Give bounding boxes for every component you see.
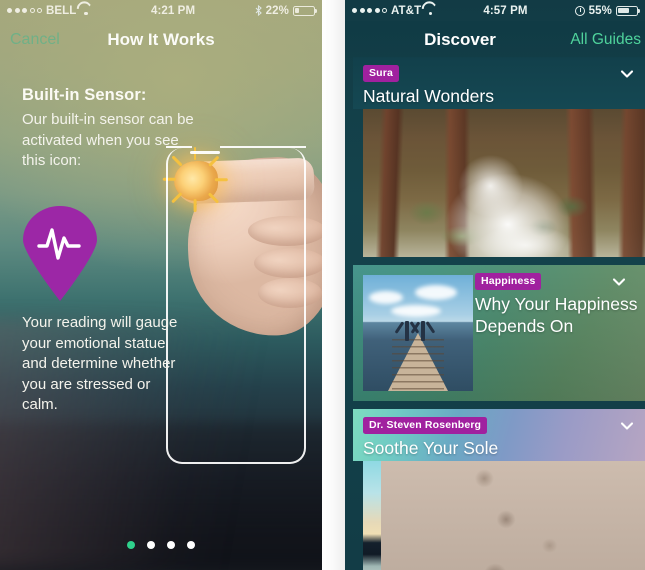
sensor-heading: Built-in Sensor: — [22, 86, 147, 104]
clock-label: 4:57 PM — [483, 4, 528, 17]
card-title: Natural Wonders — [363, 86, 494, 106]
discover-card-list[interactable]: Sura Natural Wonders Happiness Why Your … — [345, 37, 645, 570]
card-header[interactable]: Happiness Why Your Happiness Depends On — [475, 271, 645, 337]
battery-percent-label: 22% — [265, 4, 289, 17]
right-nav-bar: Discover All Guides — [345, 21, 645, 58]
right-status-bar: AT&T 4:57 PM 55% — [345, 0, 645, 21]
carrier-label: AT&T — [391, 4, 422, 17]
cancel-button[interactable]: Cancel — [10, 31, 60, 49]
guide-card[interactable]: Happiness Why Your Happiness Depends On — [353, 265, 645, 401]
sensor-description: Our built-in sensor can be activated whe… — [22, 111, 194, 169]
chevron-down-icon[interactable] — [619, 418, 635, 434]
beach-sunset-sliver — [363, 461, 381, 570]
reading-description: Your reading will gauge your emotional s… — [22, 314, 178, 413]
bluetooth-icon — [255, 4, 262, 17]
card-badge: Happiness — [475, 272, 542, 290]
wifi-icon — [80, 6, 91, 15]
clock-label: 4:21 PM — [150, 4, 196, 17]
screenshot-stage: BELL 4:21 PM 22% Cancel How It Works Bui… — [0, 0, 645, 570]
card-header[interactable]: Sura Natural Wonders — [353, 57, 645, 109]
sensor-copy-block: Built-in Sensor: Our built-in sensor can… — [22, 86, 197, 172]
signal-strength-icon — [7, 8, 42, 13]
signal-strength-icon — [352, 8, 387, 13]
sand-footprints-photo — [381, 461, 645, 570]
right-phone-screen: AT&T 4:57 PM 55% Discover All Guides Sur… — [345, 0, 645, 570]
pulse-pin-icon — [22, 206, 98, 302]
chevron-down-icon[interactable] — [619, 66, 635, 82]
carrier-label: BELL — [46, 4, 77, 17]
battery-icon — [616, 5, 641, 16]
page-indicator — [0, 541, 322, 549]
guide-card[interactable]: Dr. Steven Rosenberg Soothe Your Sole — [353, 409, 645, 570]
left-nav-bar: Cancel How It Works — [0, 21, 322, 58]
phone-divider — [322, 0, 345, 570]
card-badge: Dr. Steven Rosenberg — [363, 416, 488, 434]
card-badge: Sura — [363, 64, 399, 82]
wifi-icon — [425, 6, 436, 15]
chevron-down-icon[interactable] — [611, 274, 627, 290]
battery-icon — [293, 5, 318, 16]
left-phone-screen: BELL 4:21 PM 22% Cancel How It Works Bui… — [0, 0, 322, 570]
forest-stream-photo — [363, 109, 645, 257]
guide-card[interactable]: Sura Natural Wonders — [353, 57, 645, 257]
battery-percent-label: 55% — [588, 4, 612, 17]
reading-copy-block: Your reading will gauge your emotional s… — [22, 313, 182, 416]
alarm-icon — [574, 5, 585, 16]
dock-lake-photo — [363, 275, 473, 391]
card-title: Soothe Your Sole — [363, 438, 499, 458]
left-status-bar: BELL 4:21 PM 22% — [0, 0, 322, 21]
card-header[interactable]: Dr. Steven Rosenberg Soothe Your Sole — [353, 409, 645, 461]
card-title: Why Your Happiness Depends On — [475, 294, 638, 336]
page-title: Discover — [424, 29, 496, 49]
all-guides-button[interactable]: All Guides — [570, 31, 641, 49]
